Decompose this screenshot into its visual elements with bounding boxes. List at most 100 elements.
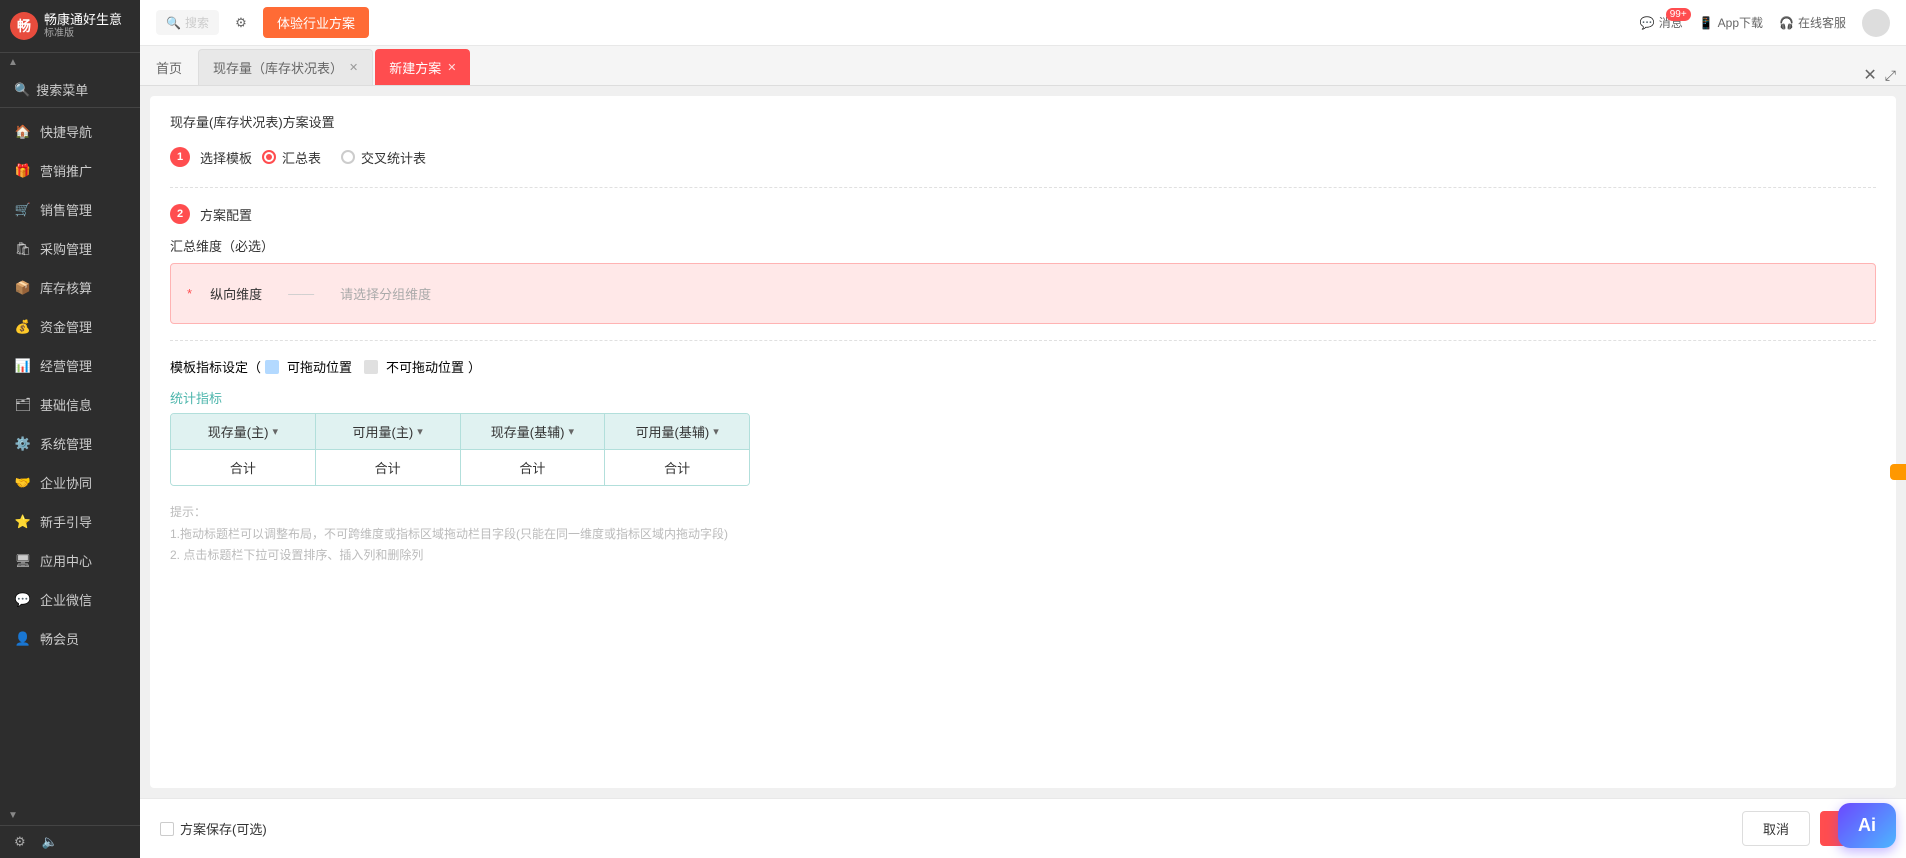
chevron-down-icon-2: ▾ (417, 425, 423, 438)
sidebar-item-basic[interactable]: 🗂 基础信息 (0, 385, 140, 424)
save-checkbox-row[interactable]: 方案保存(可选) (160, 819, 267, 838)
tab-inventory-close[interactable]: ✕ (349, 61, 358, 74)
indicator-setting-suffix: ） (468, 357, 481, 376)
box-icon: 📦 (14, 279, 32, 297)
radio-summary-dot (262, 150, 276, 164)
sidebar-item-system[interactable]: ⚙️ 系统管理 (0, 424, 140, 463)
unmovable-badge (364, 360, 378, 374)
divider-2 (170, 340, 1876, 341)
sidebar-label-sales: 销售管理 (40, 200, 92, 219)
stats-col-1-label: 现存量(主) (208, 422, 269, 441)
stats-table-header: 现存量(主) ▾ 可用量(主) ▾ 现存量(基辅) ▾ (171, 414, 749, 449)
sidebar-label-inventory: 库存核算 (40, 278, 92, 297)
sidebar-item-wechat[interactable]: 💬 企业微信 (0, 580, 140, 619)
stats-table-body: 合计 合计 合计 合计 (171, 449, 749, 485)
search-icon: 🔍 (14, 82, 30, 98)
settings-gear-button[interactable]: ⚙ (227, 9, 255, 37)
unmovable-label: 不可拖动位置 (386, 357, 464, 376)
tab-inventory-status[interactable]: 现存量（库存状况表） ✕ (198, 49, 373, 85)
cart-icon: 🛒 (14, 201, 32, 219)
radio-cross-label: 交叉统计表 (361, 148, 426, 167)
gift-icon: 🎁 (14, 162, 32, 180)
sidebar-item-finance[interactable]: 💰 资金管理 (0, 307, 140, 346)
step2-title: 方案配置 (200, 205, 252, 224)
radio-summary[interactable]: 汇总表 (262, 148, 321, 167)
download-icon: 📱 (1699, 16, 1714, 30)
sidebar: 畅 畅康通好生意 标准版 ▲ 🔍 搜索菜单 🏠 快捷导航 🎁 营销推广 🛒 销售… (0, 0, 140, 858)
topbar-search-box[interactable]: 🔍 搜索 (156, 10, 219, 35)
step1-header: 1 选择模板 汇总表 交叉统计表 (170, 147, 1876, 167)
stats-cell-3: 合计 (461, 450, 606, 485)
sidebar-item-guide[interactable]: ⭐ 新手引导 (0, 502, 140, 541)
tab-new-plan[interactable]: 新建方案 ✕ (375, 49, 470, 85)
stats-col-2[interactable]: 可用量(主) ▾ (316, 414, 461, 449)
message-button[interactable]: 💬 消息 99+ (1640, 14, 1683, 31)
stats-col-1[interactable]: 现存量(主) ▾ (171, 414, 316, 449)
sidebar-item-operations[interactable]: 📊 经营管理 (0, 346, 140, 385)
tip-2: 2. 点击标题栏下拉可设置排序、插入列和删除列 (170, 545, 1876, 567)
online-service-button[interactable]: 🎧 在线客服 (1779, 14, 1846, 31)
handshake-icon: 🤝 (14, 474, 32, 492)
save-checkbox[interactable] (160, 822, 174, 836)
online-service-label: 在线客服 (1798, 14, 1846, 31)
sidebar-search-label: 搜索菜单 (36, 80, 88, 99)
movable-label: 可拖动位置 (287, 357, 352, 376)
sidebar-item-member[interactable]: 👤 畅会员 (0, 619, 140, 658)
sidebar-item-appstore[interactable]: 🖥 应用中心 (0, 541, 140, 580)
trial-button[interactable]: 体验行业方案 (263, 7, 369, 38)
sidebar-item-cooperation[interactable]: 🤝 企业协同 (0, 463, 140, 502)
sidebar-footer: ⚙ 🔈 (0, 825, 140, 858)
main-area: 🔍 搜索 ⚙ 体验行业方案 💬 消息 99+ 📱 App下载 🎧 在线客服 (140, 0, 1906, 858)
sidebar-label-guide: 新手引导 (40, 512, 92, 531)
tabs-bar: 首页 现存量（库存状况表） ✕ 新建方案 ✕ ✕ ⤢ (140, 46, 1906, 86)
dimension-placeholder[interactable]: 请选择分组维度 (340, 284, 431, 303)
sidebar-item-shortcut[interactable]: 🏠 快捷导航 (0, 112, 140, 151)
tab-home[interactable]: 首页 (140, 49, 198, 85)
app-logo: 畅 畅康通好生意 标准版 (0, 0, 140, 53)
sidebar-item-marketing[interactable]: 🎁 营销推广 (0, 151, 140, 190)
sidebar-item-inventory[interactable]: 📦 库存核算 (0, 268, 140, 307)
radio-cross[interactable]: 交叉统计表 (341, 148, 426, 167)
scroll-up-arrow[interactable]: ▲ (0, 53, 140, 72)
settings-icon[interactable]: ⚙ (14, 834, 26, 850)
dimension-required-area: * 纵向维度 —— 请选择分组维度 (170, 263, 1876, 324)
tab-new-close[interactable]: ✕ (447, 61, 456, 74)
stats-col-4-label: 可用量(基辅) (636, 422, 710, 441)
user-avatar[interactable] (1862, 9, 1890, 37)
step1-badge: 1 (170, 147, 190, 167)
ai-button[interactable]: Ai (1838, 803, 1896, 848)
sidebar-search[interactable]: 🔍 搜索菜单 (0, 72, 140, 108)
sidebar-label-wechat: 企业微信 (40, 590, 92, 609)
tab-expand-button[interactable]: ⤢ (1885, 67, 1896, 84)
topbar-left: 🔍 搜索 ⚙ 体验行业方案 (156, 7, 1630, 38)
logo-text: 畅康通好生意 标准版 (44, 12, 122, 40)
stats-col-3[interactable]: 现存量(基辅) ▾ (461, 414, 606, 449)
step1-title: 选择模板 (200, 148, 252, 167)
step2-badge: 2 (170, 204, 190, 224)
stats-cell-2: 合计 (316, 450, 461, 485)
tab-close-button[interactable]: ✕ (1863, 65, 1876, 85)
sidebar-label-basic: 基础信息 (40, 395, 92, 414)
divider-1 (170, 187, 1876, 188)
content-area: 现存量(库存状况表)方案设置 1 选择模板 汇总表 (140, 86, 1906, 798)
sidebar-item-purchase[interactable]: 🛍 采购管理 (0, 229, 140, 268)
volume-icon[interactable]: 🔈 (42, 834, 58, 850)
right-edge-tab[interactable] (1890, 464, 1906, 480)
monitor-icon: 🖥 (14, 552, 32, 570)
gear-icon: ⚙️ (14, 435, 32, 453)
sidebar-nav: 🏠 快捷导航 🎁 营销推广 🛒 销售管理 🛍 采购管理 📦 库存核算 💰 资金管… (0, 108, 140, 806)
app-download-button[interactable]: 📱 App下载 (1699, 14, 1763, 31)
scroll-down-arrow[interactable]: ▼ (0, 806, 140, 825)
sidebar-item-sales[interactable]: 🛒 销售管理 (0, 190, 140, 229)
aggregate-dim-label: 汇总维度（必选） (170, 236, 1876, 255)
step2-section: 2 方案配置 汇总维度（必选） * 纵向维度 —— 请选择分组维度 模板指 (170, 204, 1876, 567)
tab-inventory-label: 现存量（库存状况表） (213, 58, 343, 77)
stats-col-4[interactable]: 可用量(基辅) ▾ (605, 414, 749, 449)
chart-icon: 📊 (14, 357, 32, 375)
bag-icon: 🛍 (14, 240, 32, 258)
sidebar-label-system: 系统管理 (40, 434, 92, 453)
chat-icon: 💬 (14, 591, 32, 609)
grid-icon: 🗂 (14, 396, 32, 414)
cancel-button[interactable]: 取消 (1742, 811, 1810, 846)
star-icon: ⭐ (14, 513, 32, 531)
